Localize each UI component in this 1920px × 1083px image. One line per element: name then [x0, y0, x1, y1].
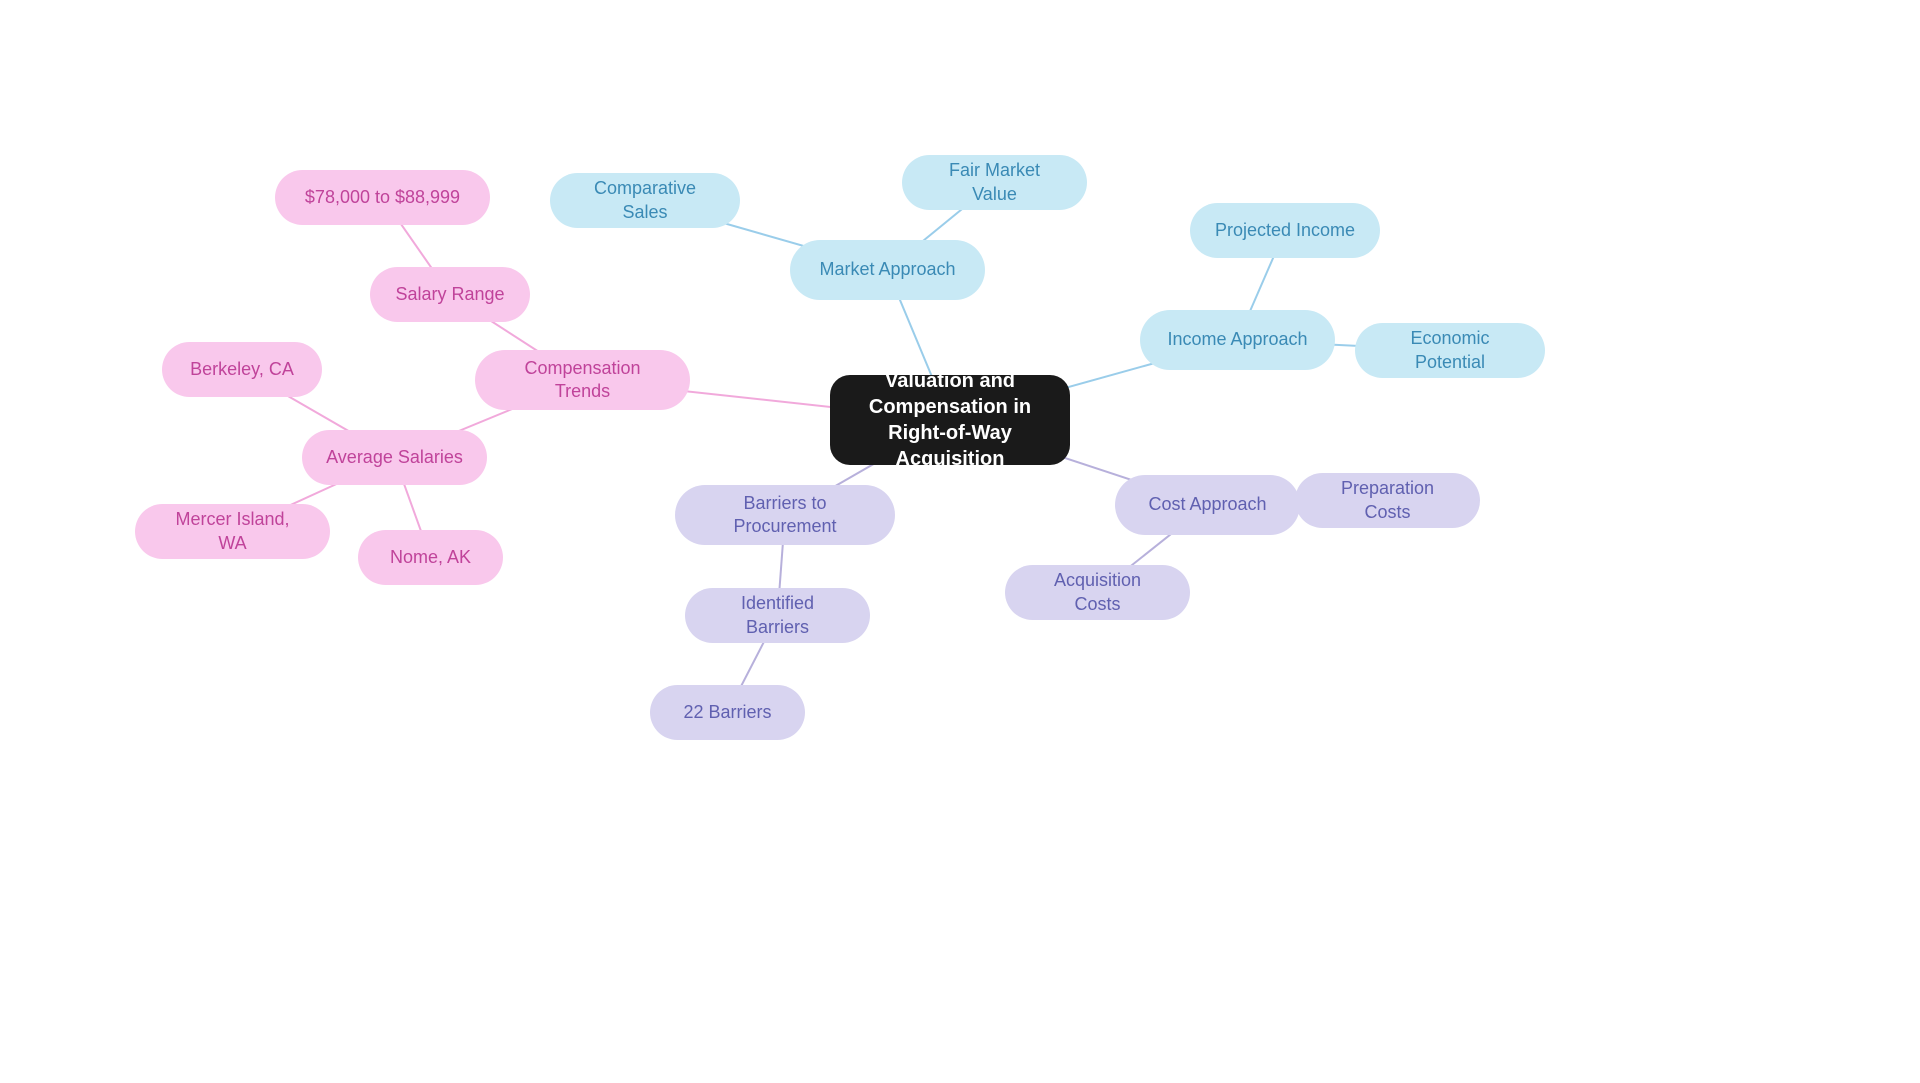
- node-economic-potential[interactable]: Economic Potential: [1355, 323, 1545, 378]
- node-center[interactable]: Valuation and Compensation in Right-of-W…: [830, 375, 1070, 465]
- node-fair-market-value[interactable]: Fair Market Value: [902, 155, 1087, 210]
- node-preparation-costs[interactable]: Preparation Costs: [1295, 473, 1480, 528]
- node-projected-income[interactable]: Projected Income: [1190, 203, 1380, 258]
- node-average-salaries[interactable]: Average Salaries: [302, 430, 487, 485]
- node-cost-approach[interactable]: Cost Approach: [1115, 475, 1300, 535]
- node-nome-ak[interactable]: Nome, AK: [358, 530, 503, 585]
- node-comparative-sales[interactable]: Comparative Sales: [550, 173, 740, 228]
- node-market-approach[interactable]: Market Approach: [790, 240, 985, 300]
- node-identified-barriers[interactable]: Identified Barriers: [685, 588, 870, 643]
- node-barriers-to-procurement[interactable]: Barriers to Procurement: [675, 485, 895, 545]
- node-income-approach[interactable]: Income Approach: [1140, 310, 1335, 370]
- node-22-barriers[interactable]: 22 Barriers: [650, 685, 805, 740]
- node-compensation-trends[interactable]: Compensation Trends: [475, 350, 690, 410]
- node-berkeley-ca[interactable]: Berkeley, CA: [162, 342, 322, 397]
- node-salary-range[interactable]: Salary Range: [370, 267, 530, 322]
- mind-map: Valuation and Compensation in Right-of-W…: [0, 0, 1920, 1083]
- node-mercer-island[interactable]: Mercer Island, WA: [135, 504, 330, 559]
- node-acquisition-costs[interactable]: Acquisition Costs: [1005, 565, 1190, 620]
- node-salary-value[interactable]: $78,000 to $88,999: [275, 170, 490, 225]
